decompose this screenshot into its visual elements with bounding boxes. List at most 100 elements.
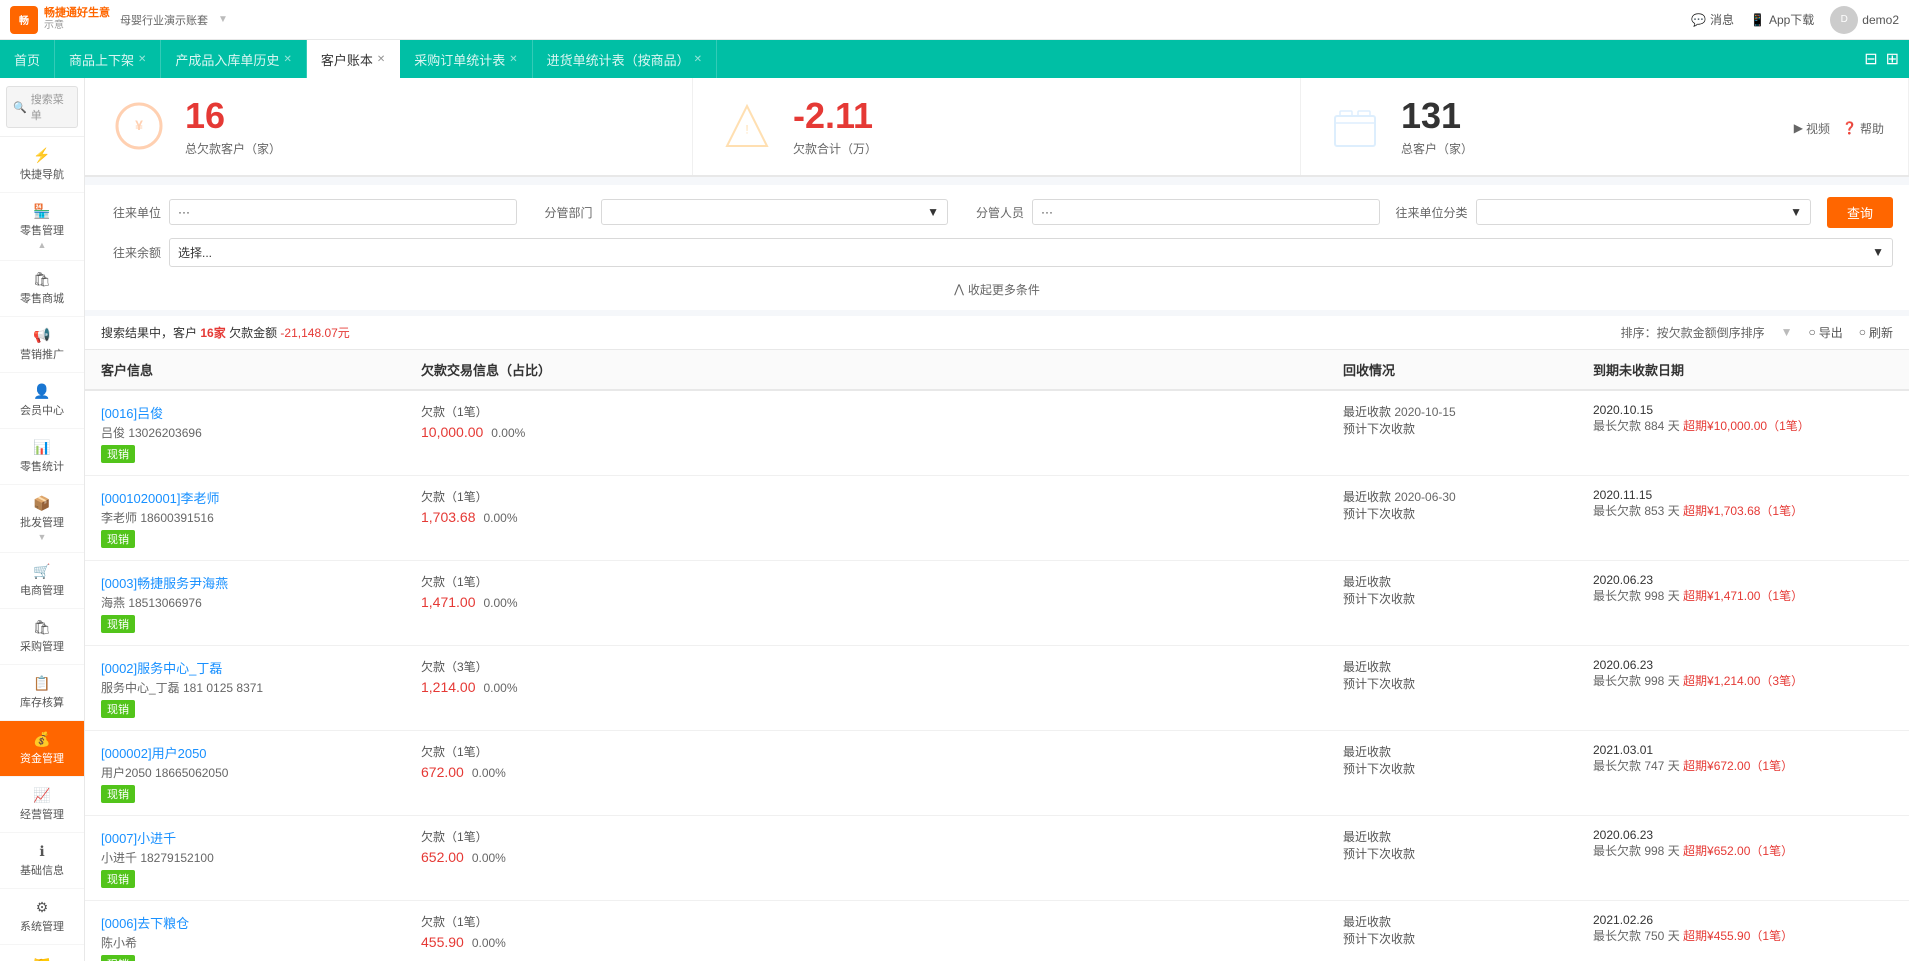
tab-close-icon[interactable]: ✕: [138, 54, 146, 65]
sidebar-item-finance[interactable]: 💰 资金管理: [0, 721, 84, 777]
sidebar-item-retail-mgmt[interactable]: 🏪 零售管理 ▲: [0, 193, 84, 261]
message-label: 消息: [1710, 11, 1734, 28]
unit-category-select[interactable]: ▼: [1476, 199, 1811, 225]
stat-body-debt-customers: 16 总欠款客户（家）: [185, 96, 281, 157]
app-download-btn[interactable]: 📱 App下载: [1750, 11, 1814, 28]
customer-name-link[interactable]: [0007]小进千: [101, 831, 176, 846]
header-debt-info: 欠款交易信息（占比）: [421, 360, 1343, 379]
sidebar-item-marketing[interactable]: 📢 营销推广: [0, 317, 84, 373]
video-btn[interactable]: ▶ 视频: [1794, 120, 1830, 137]
dept-select[interactable]: ▼: [601, 199, 949, 225]
table-row: [0007]小进千 小进千 18279152100 现销 欠款（1笔） 652.…: [85, 816, 1909, 901]
export-btn[interactable]: ○ 导出: [1808, 324, 1842, 341]
filter-unit-category: 往来单位分类 ▼: [1396, 199, 1812, 225]
sidebar-item-label: 基础信息: [20, 862, 64, 878]
sidebar-item-system[interactable]: ⚙ 系统管理: [0, 889, 84, 945]
retail-mall-icon: 🛍: [33, 271, 51, 288]
sidebar-item-ops-mgmt[interactable]: 📈 经营管理: [0, 777, 84, 833]
message-icon: 💬: [1691, 13, 1706, 27]
customer-name-link[interactable]: [0001020001]李老师: [101, 491, 220, 506]
tab-expand-icon[interactable]: ⊞: [1886, 49, 1899, 69]
stat-body-total-customers: 131 总客户（家）: [1401, 96, 1473, 157]
sidebar-item-batch-mgmt[interactable]: 📦 批发管理 ▼: [0, 485, 84, 553]
customer-name-link[interactable]: [0003]畅捷服务尹海燕: [101, 576, 228, 591]
customer-name-link[interactable]: [0002]服务中心_丁磊: [101, 661, 222, 676]
refresh-btn[interactable]: ○ 刷新: [1859, 324, 1893, 341]
overdue-link[interactable]: 超期¥1,703.68（1笔）: [1683, 504, 1803, 518]
expand-icon: ▲: [38, 240, 47, 250]
tab-close-icon[interactable]: ✕: [377, 54, 385, 65]
customer-name-link[interactable]: [000002]用户2050: [101, 746, 207, 761]
from-unit-input[interactable]: ···: [169, 199, 517, 225]
search-btn[interactable]: 🔍 搜索菜单: [6, 86, 78, 128]
tab-customer-account[interactable]: 客户账本 ✕: [307, 40, 400, 78]
next-collection: 预计下次收款: [1343, 930, 1593, 947]
sidebar-item-label: 营销推广: [20, 346, 64, 362]
total-customers-icon: [1325, 96, 1385, 156]
tab-close-icon[interactable]: ✕: [509, 54, 517, 65]
message-btn[interactable]: 💬 消息: [1691, 11, 1734, 28]
tab-bar: 首页 商品上下架 ✕ 产成品入库单历史 ✕ 客户账本 ✕ 采购订单统计表 ✕ 进…: [0, 40, 1909, 78]
recovery-cell: 最近收款 预计下次收款: [1343, 913, 1593, 947]
table-row: [0003]畅捷服务尹海燕 海燕 18513066976 现销 欠款（1笔） 1…: [85, 561, 1909, 646]
customer-phone: 吕俊 13026203696: [101, 424, 421, 441]
next-collection: 预计下次收款: [1343, 760, 1593, 777]
avatar: D: [1830, 6, 1858, 34]
customer-info-cell: [0016]吕俊 吕俊 13026203696 现销: [101, 403, 421, 463]
debt-amount: 1,214.00: [421, 679, 476, 695]
sidebar-item-inventory[interactable]: 📋 库存核算: [0, 665, 84, 721]
sort-label[interactable]: 排序：按欠款金额倒序排序: [1621, 324, 1765, 341]
overdue-days: 最长欠款 750 天: [1593, 929, 1683, 943]
content-area: ¥ 16 总欠款客户（家） ! -2.11 欠款合计（万）: [85, 78, 1909, 961]
customer-tag: 现销: [101, 530, 135, 548]
overdue-link[interactable]: 超期¥10,000.00（1笔）: [1683, 419, 1810, 433]
tab-incoming-stats[interactable]: 进货单统计表（按商品） ✕: [533, 40, 717, 78]
chevron-down-icon[interactable]: ▼: [218, 14, 228, 25]
overdue-link[interactable]: 超期¥1,471.00（1笔）: [1683, 589, 1803, 603]
overdue-link[interactable]: 超期¥455.90（1笔）: [1683, 929, 1793, 943]
overdue-cell: 2020.06.23 最长欠款 998 天 超期¥652.00（1笔）: [1593, 828, 1893, 859]
customer-info-cell: [0003]畅捷服务尹海燕 海燕 18513066976 现销: [101, 573, 421, 633]
debt-info-cell: 欠款（3笔） 1,214.00 0.00%: [421, 658, 1343, 695]
person-input[interactable]: ···: [1032, 199, 1380, 225]
sidebar-item-members[interactable]: 👤 会员中心: [0, 373, 84, 429]
recent-collection: 最近收款: [1343, 658, 1593, 675]
filter-dept: 分管部门 ▼: [533, 199, 949, 225]
help-btn[interactable]: ❓ 帮助: [1842, 120, 1884, 137]
user-btn[interactable]: D demo2: [1830, 6, 1899, 34]
customer-name-link[interactable]: [0016]吕俊: [101, 406, 163, 421]
recovery-cell: 最近收款 预计下次收款: [1343, 828, 1593, 862]
tab-production-history[interactable]: 产成品入库单历史 ✕: [161, 40, 306, 78]
sidebar-item-ecommerce[interactable]: 🛒 电商管理: [0, 553, 84, 609]
overdue-days: 最长欠款 998 天: [1593, 844, 1683, 858]
overdue-link[interactable]: 超期¥1,214.00（3笔）: [1683, 674, 1803, 688]
overdue-link[interactable]: 超期¥672.00（1笔）: [1683, 759, 1793, 773]
sidebar-item-retail-mall[interactable]: 🛍 零售商城: [0, 261, 84, 317]
sidebar-item-purchase[interactable]: 🛍 采购管理: [0, 609, 84, 665]
balance-select[interactable]: 选择... ▼: [169, 238, 1893, 267]
app-subtitle: 示意: [44, 20, 110, 32]
tab-products-off[interactable]: 商品上下架 ✕: [55, 40, 161, 78]
tab-purchase-order[interactable]: 采购订单统计表 ✕: [400, 40, 532, 78]
tab-close-icon[interactable]: ✕: [694, 54, 702, 65]
sidebar-item-quick-nav[interactable]: ⚡ 快捷导航: [0, 137, 84, 193]
tab-home[interactable]: 首页: [0, 40, 55, 78]
tab-minimize-icon[interactable]: ⊟: [1864, 49, 1877, 69]
app-title: 母婴行业演示账套: [120, 12, 208, 28]
debt-customers-label: 总欠款客户（家）: [185, 140, 281, 157]
search-button[interactable]: 查询: [1827, 197, 1893, 228]
customer-info-cell: [0001020001]李老师 李老师 18600391516 现销: [101, 488, 421, 548]
sidebar-item-basic-info[interactable]: ℹ 基础信息: [0, 833, 84, 889]
customer-name-link[interactable]: [0006]去下粮仓: [101, 916, 189, 931]
sidebar-item-retail-stats[interactable]: 📊 零售统计: [0, 429, 84, 485]
table-row: [0006]去下粮仓 陈小希 现销 欠款（1笔） 455.90 0.00% 最近…: [85, 901, 1909, 961]
tab-close-icon[interactable]: ✕: [283, 54, 291, 65]
sidebar-item-collab[interactable]: 🤝 企业协同: [0, 945, 84, 961]
collapse-btn[interactable]: ⋀ 收起更多条件: [101, 277, 1893, 302]
app-logo: 畅 畅捷通好生意 示意 母婴行业演示账套 ▼: [10, 6, 228, 34]
overdue-link[interactable]: 超期¥652.00（1笔）: [1683, 844, 1793, 858]
debt-amount: 1,471.00: [421, 594, 476, 610]
app-header: 畅 畅捷通好生意 示意 母婴行业演示账套 ▼ 💬 消息 📱 App下载 D de…: [0, 0, 1909, 40]
total-customers-label: 总客户（家）: [1401, 140, 1473, 157]
debt-label: 欠款（3笔）: [421, 658, 1343, 675]
